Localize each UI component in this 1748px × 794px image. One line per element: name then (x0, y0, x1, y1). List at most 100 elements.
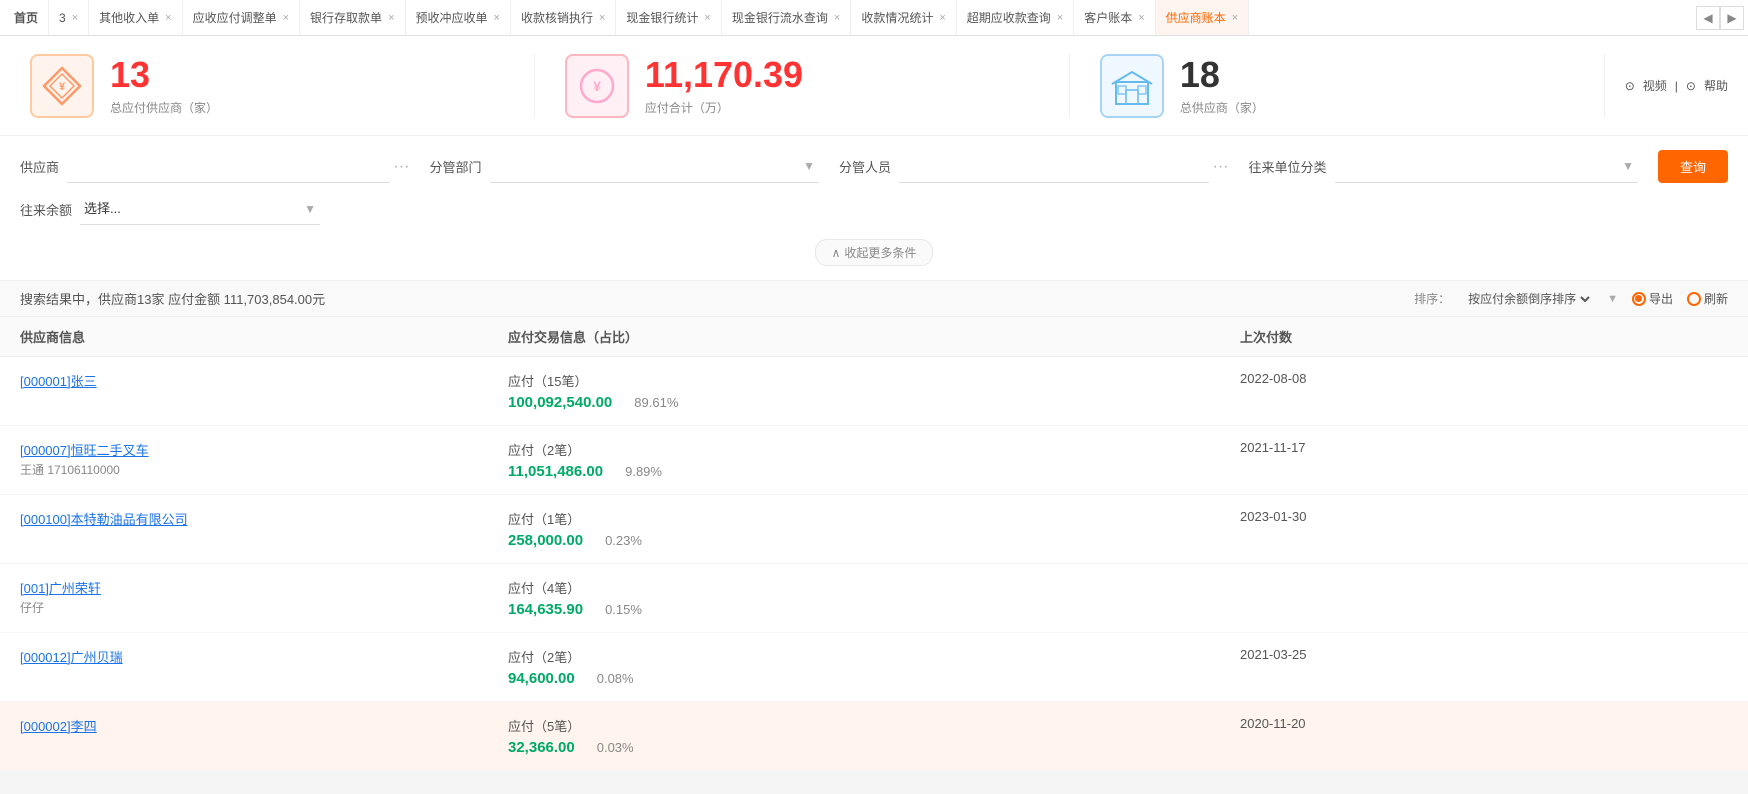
row-lastpay-2: 2023-01-30 (1240, 509, 1728, 524)
results-info: 搜索结果中，供应商13家 应付金额 111,703,854.00元 (20, 289, 325, 308)
nav-tab-cash-bank-flow[interactable]: 现金银行流水查询 × (722, 0, 851, 36)
person-dots-icon[interactable]: ··· (1213, 158, 1229, 176)
table-row: [000001]张三 应付（15笔） 100,092,540.00 89.61%… (0, 357, 1748, 426)
trans-amount-4[interactable]: 94,600.00 (508, 670, 575, 687)
divider: | (1675, 79, 1678, 93)
supplier-sub-3: 仔仔 (20, 599, 508, 616)
supplier-link-3[interactable]: [001]广州荣轩 (20, 581, 101, 596)
row-trans-2: 应付（1笔） 258,000.00 0.23% (508, 509, 1240, 549)
nav-tab-overdue-charge-label: 超期应收款查询 (967, 9, 1051, 26)
trans-amount-0[interactable]: 100,092,540.00 (508, 394, 612, 411)
nav-tab-home[interactable]: 首页 (4, 0, 49, 36)
trans-inline-2: 258,000.00 0.23% (508, 532, 1240, 549)
stat-number-payable-suppliers: 13 (110, 55, 218, 95)
supplier-code-0: [000001] (20, 374, 71, 389)
supplier-link-5[interactable]: [000002]李四 (20, 719, 97, 734)
supplier-dots-icon[interactable]: ··· (394, 158, 410, 176)
nav-tab-customer-account[interactable]: 客户账本 × (1074, 0, 1155, 36)
nav-tab-payable-adjust-close[interactable]: × (283, 12, 289, 24)
export-radio-icon (1632, 292, 1646, 306)
data-table: 供应商信息 应付交易信息（占比） 上次付数 [000001]张三 应付（15笔）… (0, 317, 1748, 771)
nav-tab-charge-verify[interactable]: 收款核销执行 × (511, 0, 616, 36)
filter-label-person: 分管人员 (839, 157, 891, 176)
stat-number-total-suppliers: 18 (1180, 55, 1264, 95)
trans-amount-2[interactable]: 258,000.00 (508, 532, 583, 549)
nav-tab-advance-charge[interactable]: 预收冲应收单 × (406, 0, 511, 36)
nav-tab-charge-stats-close[interactable]: × (939, 12, 945, 24)
diamond-icon: ¥ (42, 66, 82, 106)
category-select[interactable] (1335, 151, 1623, 182)
export-link[interactable]: 导出 (1632, 290, 1673, 307)
nav-tab-bank-deposit-close[interactable]: × (388, 12, 394, 24)
col-header-trans: 应付交易信息（占比） (508, 327, 1240, 346)
trans-label-5: 应付（5笔） (508, 716, 1240, 735)
nav-tab-customer-account-label: 客户账本 (1084, 9, 1132, 26)
filter-label-department: 分管部门 (430, 157, 482, 176)
trans-amount-3[interactable]: 164,635.90 (508, 601, 583, 618)
supplier-code-3: [001] (20, 581, 49, 596)
category-select-wrap: ▼ (1335, 151, 1638, 183)
table-header: 供应商信息 应付交易信息（占比） 上次付数 (0, 317, 1748, 357)
filter-item-department: 分管部门 ▼ (430, 151, 820, 183)
supplier-link-2[interactable]: [000100]本特勒油品有限公司 (20, 512, 188, 527)
nav-arrow-left[interactable]: ◀ (1696, 6, 1720, 30)
refresh-radio-icon (1687, 292, 1701, 306)
sort-chevron-icon: ▼ (1607, 293, 1618, 305)
supplier-link-0[interactable]: [000001]张三 (20, 374, 97, 389)
nav-tab-supplier-account-label: 供应商账本 (1166, 9, 1226, 26)
nav-tab-supplier-account-close[interactable]: × (1232, 12, 1238, 24)
supplier-name-4: 广州贝瑞 (71, 650, 123, 665)
nav-arrow-right[interactable]: ▶ (1720, 6, 1744, 30)
refresh-link[interactable]: 刷新 (1687, 290, 1728, 307)
balance-select[interactable]: 选择... (80, 193, 304, 224)
svg-text:¥: ¥ (593, 78, 601, 94)
nav-tab-customer-account-close[interactable]: × (1138, 12, 1144, 24)
stat-label-payable-total: 应付合计（万） (645, 99, 803, 116)
nav-tab-charge-stats[interactable]: 收款情况统计 × (851, 0, 956, 36)
nav-tab-3[interactable]: 3 × (49, 0, 89, 36)
nav-tab-3-close[interactable]: × (72, 12, 78, 24)
row-lastpay-1: 2021-11-17 (1240, 440, 1728, 455)
nav-tab-other-income-close[interactable]: × (165, 12, 171, 24)
person-input[interactable] (899, 151, 1209, 183)
sort-select[interactable]: 按应付余额倒序排序 (1464, 291, 1593, 307)
trans-label-3: 应付（4笔） (508, 578, 1240, 597)
trans-amount-1[interactable]: 11,051,486.00 (508, 463, 603, 480)
stat-number-payable-total: 11,170.39 (645, 55, 803, 95)
nav-tab-bank-deposit[interactable]: 银行存取款单 × (300, 0, 405, 36)
collapse-up-icon: ∧ (832, 246, 841, 260)
nav-tab-supplier-account[interactable]: 供应商账本 × (1156, 0, 1249, 36)
nav-tab-payable-adjust[interactable]: 应收应付调整单 × (183, 0, 300, 36)
trans-amount-5[interactable]: 32,366.00 (508, 739, 575, 756)
supplier-name-3: 广州荣轩 (49, 581, 101, 596)
nav-tab-3-label: 3 (59, 11, 66, 25)
trans-label-2: 应付（1笔） (508, 509, 1240, 528)
top-navigation: 首页 3 × 其他收入单 × 应收应付调整单 × 银行存取款单 × 预收冲应收单… (0, 0, 1748, 36)
stat-text-total-suppliers: 18 总供应商（家） (1180, 55, 1264, 116)
help-link[interactable]: 帮助 (1704, 77, 1728, 94)
nav-tab-charge-verify-close[interactable]: × (599, 12, 605, 24)
balance-chevron-icon: ▼ (304, 202, 316, 216)
collapse-button[interactable]: ∧ 收起更多条件 (815, 239, 934, 266)
sort-label: 排序： (1414, 290, 1450, 307)
supplier-input[interactable] (67, 151, 390, 183)
nav-tab-advance-charge-close[interactable]: × (494, 12, 500, 24)
department-select-wrap: ▼ (490, 151, 819, 183)
department-select[interactable] (490, 151, 804, 182)
video-icon: ⊙ (1625, 79, 1635, 93)
nav-tab-overdue-charge-close[interactable]: × (1057, 12, 1063, 24)
nav-tab-cash-bank-stats[interactable]: 现金银行统计 × (616, 0, 721, 36)
trans-percent-4: 0.08% (597, 671, 634, 686)
nav-tab-cash-bank-flow-close[interactable]: × (834, 12, 840, 24)
nav-tab-cash-bank-stats-close[interactable]: × (704, 12, 710, 24)
table-row: [000007]恒旺二手叉车 王通 17106110000 应付（2笔） 11,… (0, 426, 1748, 495)
row-supplier-2: [000100]本特勒油品有限公司 (20, 509, 508, 528)
nav-tab-other-income[interactable]: 其他收入单 × (89, 0, 182, 36)
supplier-link-4[interactable]: [000012]广州贝瑞 (20, 650, 123, 665)
supplier-link-1[interactable]: [000007]恒旺二手叉车 (20, 443, 149, 458)
query-button[interactable]: 查询 (1658, 150, 1728, 183)
nav-tab-overdue-charge[interactable]: 超期应收款查询 × (957, 0, 1074, 36)
table-row: [000002]李四 应付（5笔） 32,366.00 0.03% 2020-1… (0, 702, 1748, 771)
video-link[interactable]: 视频 (1643, 77, 1667, 94)
stat-text-payable-total: 11,170.39 应付合计（万） (645, 55, 803, 116)
